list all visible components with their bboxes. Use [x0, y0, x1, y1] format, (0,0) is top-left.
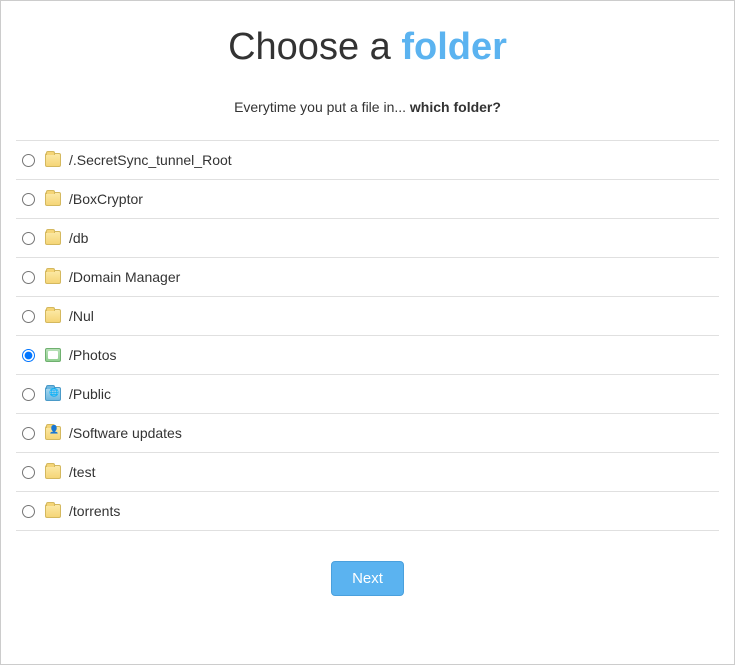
folder-icon: [45, 231, 61, 245]
folder-label: /db: [69, 230, 713, 246]
folder-icon: [45, 426, 61, 440]
folder-row[interactable]: /Nul: [16, 297, 719, 336]
folder-radio[interactable]: [22, 310, 35, 323]
folder-icon: [45, 309, 61, 323]
folder-label: /Nul: [69, 308, 713, 324]
folder-icon: [45, 153, 61, 167]
folder-radio[interactable]: [22, 271, 35, 284]
title-pre: Choose a: [228, 26, 401, 68]
folder-row[interactable]: /Software updates: [16, 414, 719, 453]
folder-radio[interactable]: [22, 193, 35, 206]
folder-label: /Photos: [69, 347, 713, 363]
folder-row[interactable]: /.SecretSync_tunnel_Root: [16, 141, 719, 180]
folder-label: /Domain Manager: [69, 269, 713, 285]
folder-row[interactable]: /torrents: [16, 492, 719, 531]
next-button[interactable]: Next: [331, 561, 404, 596]
folder-radio[interactable]: [22, 388, 35, 401]
main-container: Choose a folder Everytime you put a file…: [0, 0, 735, 665]
folder-label: /Software updates: [69, 425, 713, 441]
button-row: Next: [16, 561, 719, 596]
folder-list: /.SecretSync_tunnel_Root/BoxCryptor/db/D…: [16, 140, 719, 531]
folder-icon: [45, 465, 61, 479]
folder-icon: [45, 192, 61, 206]
folder-label: /test: [69, 464, 713, 480]
folder-radio[interactable]: [22, 232, 35, 245]
folder-row[interactable]: /BoxCryptor: [16, 180, 719, 219]
page-title: Choose a folder: [16, 26, 719, 69]
folder-radio[interactable]: [22, 349, 35, 362]
folder-radio[interactable]: [22, 154, 35, 167]
folder-row[interactable]: /db: [16, 219, 719, 258]
folder-label: /torrents: [69, 503, 713, 519]
folder-radio[interactable]: [22, 466, 35, 479]
folder-row[interactable]: /Public: [16, 375, 719, 414]
folder-radio[interactable]: [22, 427, 35, 440]
subtitle-bold: which folder?: [410, 99, 501, 115]
title-accent: folder: [401, 26, 507, 68]
folder-label: /Public: [69, 386, 713, 402]
folder-label: /.SecretSync_tunnel_Root: [69, 152, 713, 168]
folder-icon: [45, 348, 61, 362]
folder-icon: [45, 270, 61, 284]
folder-icon: [45, 504, 61, 518]
folder-icon: [45, 387, 61, 401]
folder-label: /BoxCryptor: [69, 191, 713, 207]
folder-row[interactable]: /Photos: [16, 336, 719, 375]
subtitle: Everytime you put a file in... which fol…: [16, 99, 719, 115]
subtitle-pre: Everytime you put a file in...: [234, 99, 410, 115]
folder-row[interactable]: /test: [16, 453, 719, 492]
folder-radio[interactable]: [22, 505, 35, 518]
folder-row[interactable]: /Domain Manager: [16, 258, 719, 297]
